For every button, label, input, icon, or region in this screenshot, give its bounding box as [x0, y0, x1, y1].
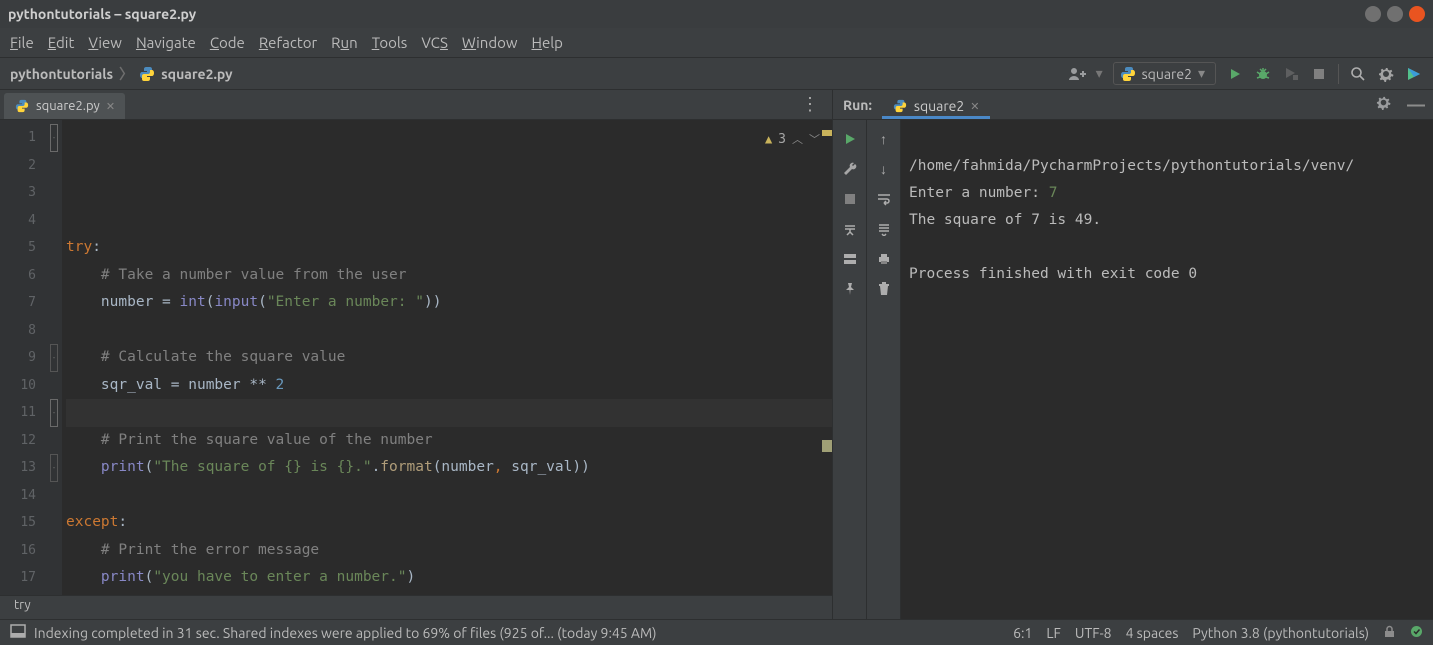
toolwindow-toggle-icon[interactable]: [10, 623, 26, 642]
titlebar: pythontutorials – square2.py: [0, 0, 1433, 28]
menubar: File Edit View Navigate Code Refactor Ru…: [0, 28, 1433, 58]
gear-icon[interactable]: [1377, 65, 1395, 83]
python-icon: [892, 98, 908, 114]
menu-tools[interactable]: Tools: [372, 34, 408, 51]
print-icon[interactable]: [875, 250, 893, 268]
stop-icon[interactable]: [841, 190, 859, 208]
gear-icon[interactable]: [1368, 95, 1399, 114]
statusbar: Indexing completed in 31 sec. Shared ind…: [0, 619, 1433, 645]
status-interpreter[interactable]: Python 3.8 (pythontutorials): [1192, 625, 1369, 641]
run-toolbar-left: [833, 120, 867, 619]
scroll-end-icon[interactable]: [875, 220, 893, 238]
menu-view[interactable]: View: [88, 34, 122, 51]
status-indent[interactable]: 4 spaces: [1126, 625, 1179, 641]
scrollbar[interactable]: [820, 120, 832, 595]
chevron-up-icon[interactable]: ︿: [792, 126, 803, 154]
code-area[interactable]: ▲ 3 ︿ ﹀ try: # Take a number value from …: [62, 120, 832, 595]
debug-icon[interactable]: [1254, 65, 1272, 83]
breadcrumb-project[interactable]: pythontutorials: [10, 66, 113, 82]
pin-icon[interactable]: [841, 280, 859, 298]
editor-tabs: square2.py ✕ ⋮: [0, 90, 832, 120]
down-icon[interactable]: ↓: [875, 160, 893, 178]
console-result: The square of 7 is 49.: [909, 212, 1101, 228]
menu-navigate[interactable]: Navigate: [136, 34, 196, 51]
wrench-icon[interactable]: [841, 160, 859, 178]
restore-layout-icon[interactable]: [841, 250, 859, 268]
python-file-icon: [14, 98, 30, 114]
python-icon: [1120, 66, 1136, 82]
trash-icon[interactable]: [875, 280, 893, 298]
status-lineend[interactable]: LF: [1046, 625, 1061, 641]
window-title: pythontutorials – square2.py: [8, 6, 1365, 22]
breadcrumb[interactable]: pythontutorials 〉 square2.py: [10, 64, 1068, 84]
hide-icon[interactable]: —: [1399, 95, 1433, 115]
menu-edit[interactable]: Edit: [48, 34, 75, 51]
status-caret[interactable]: 6:1: [1013, 625, 1032, 641]
run-config-name: square2: [1142, 66, 1192, 82]
python-file-icon: [139, 66, 155, 82]
maximize-icon[interactable]: [1387, 6, 1403, 22]
more-icon[interactable]: ⋮: [789, 94, 832, 115]
run-tab[interactable]: square2 ✕: [882, 92, 990, 119]
status-message: Indexing completed in 31 sec. Shared ind…: [34, 625, 657, 641]
context-label: try: [14, 598, 31, 612]
chevron-down-icon: ▾: [1198, 65, 1205, 82]
editor-pane: square2.py ✕ ⋮ 1234567891011121314151617…: [0, 90, 833, 619]
editor[interactable]: 1234567891011121314151617 ---- ▲ 3 ︿ ﹀ t…: [0, 120, 832, 595]
warning-count: 3: [778, 126, 786, 154]
add-config-icon[interactable]: [1068, 65, 1086, 83]
run-config-selector[interactable]: square2 ▾: [1113, 62, 1216, 85]
main: square2.py ✕ ⋮ 1234567891011121314151617…: [0, 90, 1433, 619]
brand-icon[interactable]: [1405, 65, 1423, 83]
run-icon[interactable]: [1226, 65, 1244, 83]
chevron-down-icon[interactable]: ﹀: [809, 126, 820, 154]
console-path: /home/fahmida/PycharmProjects/pythontuto…: [909, 158, 1354, 174]
status-ok-icon[interactable]: [1410, 625, 1423, 641]
code-breadcrumb[interactable]: try: [0, 595, 832, 619]
console-input: 7: [1049, 185, 1058, 201]
menu-help[interactable]: Help: [532, 34, 563, 51]
run-tab-close-icon[interactable]: ✕: [970, 100, 979, 113]
run-label: Run:: [833, 91, 882, 119]
warning-icon: ▲: [765, 126, 772, 154]
search-icon[interactable]: [1349, 65, 1367, 83]
menu-refactor[interactable]: Refactor: [259, 34, 317, 51]
rerun-icon[interactable]: [841, 130, 859, 148]
minimize-icon[interactable]: [1365, 6, 1381, 22]
run-pane: Run: square2 ✕ —: [833, 90, 1433, 619]
console-exit: Process finished with exit code 0: [909, 266, 1197, 282]
menu-file[interactable]: File: [10, 34, 34, 51]
menu-vcs[interactable]: VCS: [421, 34, 448, 51]
editor-tab-label: square2.py: [36, 99, 100, 113]
menu-run[interactable]: Run: [331, 34, 358, 51]
run-tab-label: square2: [914, 98, 964, 114]
status-encoding[interactable]: UTF-8: [1075, 625, 1112, 641]
inspection-badge[interactable]: ▲ 3 ︿ ﹀: [763, 126, 822, 154]
fold-gutter[interactable]: ----: [46, 120, 62, 595]
close-icon[interactable]: [1409, 6, 1425, 22]
up-icon[interactable]: ↑: [875, 130, 893, 148]
console[interactable]: /home/fahmida/PycharmProjects/pythontuto…: [901, 120, 1433, 619]
menu-code[interactable]: Code: [210, 34, 245, 51]
editor-tab[interactable]: square2.py ✕: [4, 93, 125, 119]
menu-window[interactable]: Window: [462, 34, 518, 51]
wrap-icon[interactable]: [875, 190, 893, 208]
coverage-icon[interactable]: [1282, 65, 1300, 83]
stop-icon[interactable]: [1310, 65, 1328, 83]
layout-icon[interactable]: [841, 220, 859, 238]
run-toolbar-right: ↑ ↓: [867, 120, 901, 619]
lock-icon[interactable]: [1383, 625, 1396, 641]
tab-close-icon[interactable]: ✕: [106, 100, 115, 113]
breadcrumb-sep: 〉: [119, 64, 133, 84]
console-prompt: Enter a number:: [909, 185, 1049, 201]
breadcrumb-file[interactable]: square2.py: [161, 66, 233, 82]
gutter: 1234567891011121314151617: [0, 120, 46, 595]
navbar: pythontutorials 〉 square2.py ▾ square2 ▾: [0, 58, 1433, 90]
run-header: Run: square2 ✕ —: [833, 90, 1433, 120]
